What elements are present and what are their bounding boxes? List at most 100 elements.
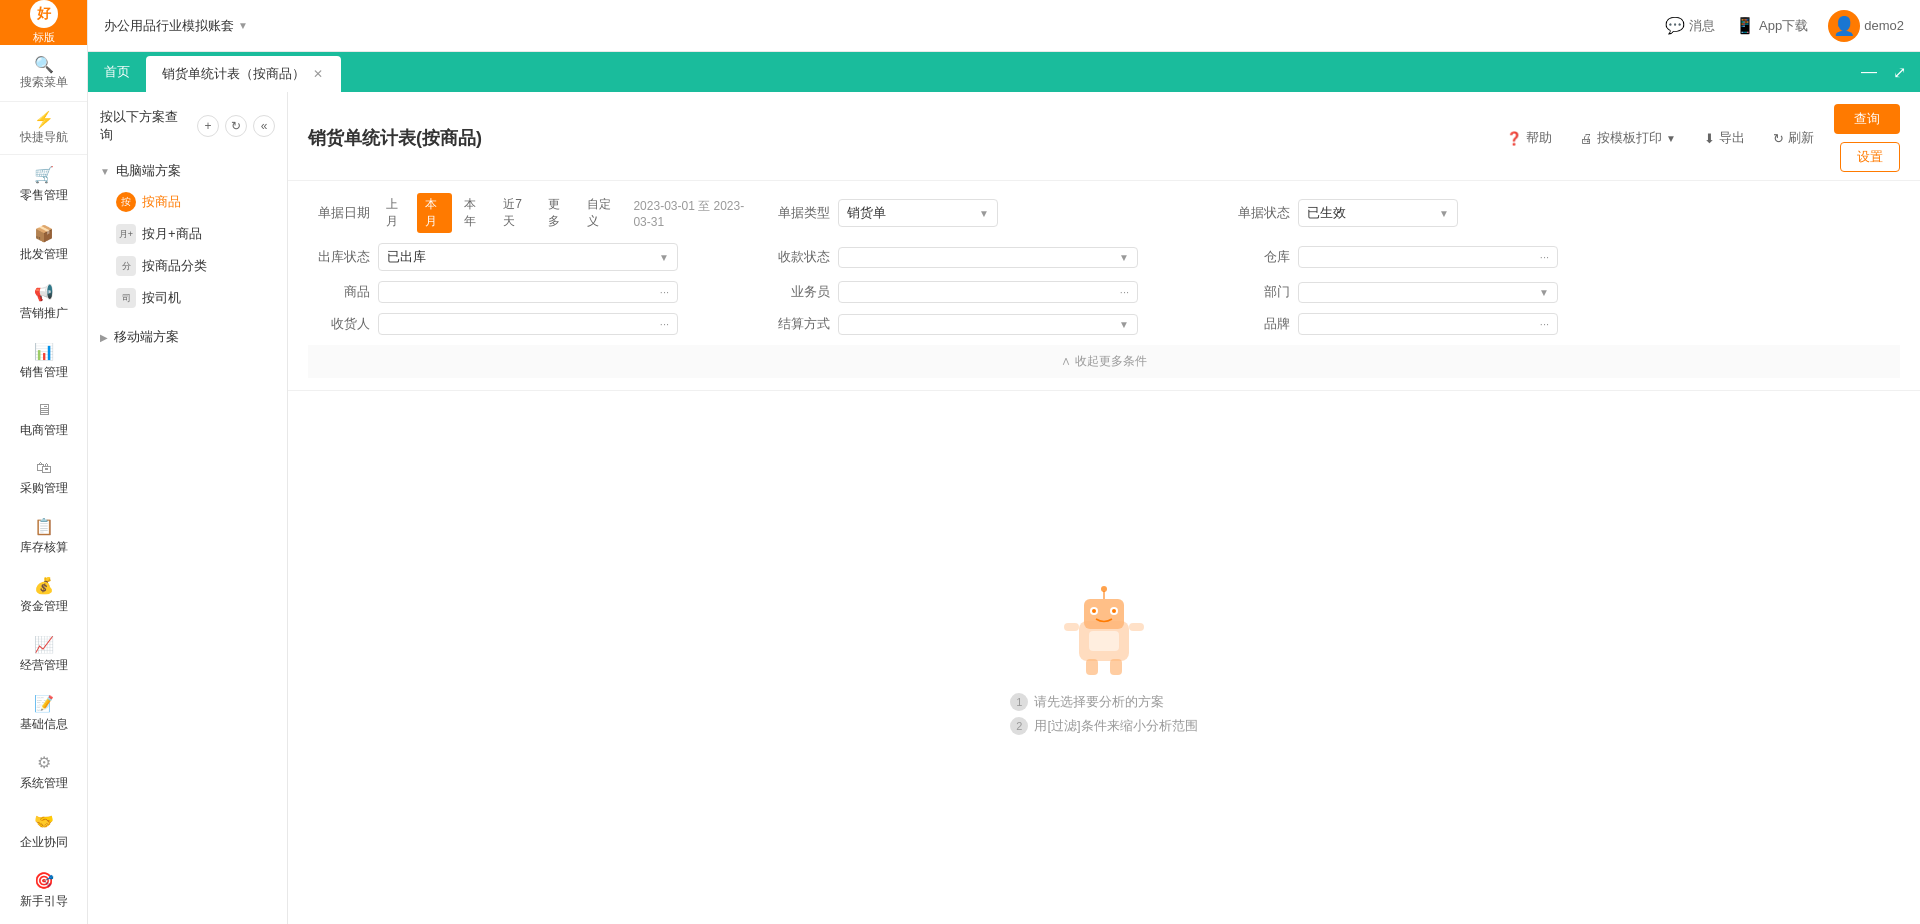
tree-child-by-month-product[interactable]: 月+ 按月+商品 bbox=[88, 218, 287, 250]
basic-icon: 📝 bbox=[34, 694, 54, 713]
tab-bar: 首页 销货单统计表（按商品） ✕ — ⤢ bbox=[88, 52, 1920, 92]
payment-select[interactable]: ▼ bbox=[838, 314, 1138, 335]
left-panel: 按以下方案查询 + ↻ « ▼ 电脑端方案 bbox=[88, 92, 288, 924]
search-menu-label: 搜索菜单 bbox=[20, 75, 68, 89]
date-tab-last-month[interactable]: 上月 bbox=[378, 193, 413, 233]
salesman-dots[interactable]: ··· bbox=[1120, 286, 1129, 298]
content-area: 按以下方案查询 + ↻ « ▼ 电脑端方案 bbox=[88, 92, 1920, 924]
sidebar-sales-label: 销售管理 bbox=[20, 364, 68, 381]
collapse-panel-btn[interactable]: « bbox=[253, 115, 275, 137]
recipient-dots[interactable]: ··· bbox=[660, 318, 669, 330]
doc-status-select[interactable]: 已生效 ▼ bbox=[1298, 199, 1458, 227]
print-template-btn[interactable]: 🖨 按模板打印 ▼ bbox=[1572, 125, 1684, 151]
svg-rect-12 bbox=[1089, 631, 1119, 651]
sidebar: 好 标版 🔍 搜索菜单 ⚡ 快捷导航 🛒 零售管理 📦 批发管理 📢 营销推广 … bbox=[0, 0, 88, 924]
export-icon: ⬇ bbox=[1704, 131, 1715, 146]
salesman-label: 业务员 bbox=[758, 283, 838, 301]
date-tab-custom[interactable]: 自定义 bbox=[579, 193, 624, 233]
salesman-input[interactable]: ··· bbox=[838, 281, 1138, 303]
query-btn[interactable]: 查询 bbox=[1834, 104, 1900, 134]
sidebar-item-system[interactable]: ⚙ 系统管理 bbox=[0, 743, 87, 802]
app-logo[interactable]: 好 标版 bbox=[0, 0, 88, 45]
brand-label: 品牌 bbox=[1218, 315, 1298, 333]
sidebar-item-marketing[interactable]: 📢 营销推广 bbox=[0, 273, 87, 332]
by-category-label: 按商品分类 bbox=[142, 257, 207, 275]
sidebar-item-newbie[interactable]: 🎯 新手引导 bbox=[0, 861, 87, 920]
sidebar-item-operations[interactable]: 📈 经营管理 bbox=[0, 625, 87, 684]
out-status-select[interactable]: 已出库 ▼ bbox=[378, 243, 678, 271]
tab-close-btn[interactable]: ✕ bbox=[311, 65, 325, 83]
user-menu[interactable]: 👤 demo2 bbox=[1828, 10, 1904, 42]
recipient-input[interactable]: ··· bbox=[378, 313, 678, 335]
tree-parent-desktop[interactable]: ▼ 电脑端方案 bbox=[88, 156, 287, 186]
sidebar-item-wholesale[interactable]: 📦 批发管理 bbox=[0, 214, 87, 273]
tree-mobile-expand-icon: ▶ bbox=[100, 332, 108, 343]
empty-tip-1: 1 请先选择要分析的方案 bbox=[1010, 693, 1197, 711]
message-btn[interactable]: 💬 消息 bbox=[1665, 16, 1715, 35]
app-download-btn[interactable]: 📱 App下载 bbox=[1735, 16, 1808, 35]
tip-text-2: 用[过滤]条件来缩小分析范围 bbox=[1034, 717, 1197, 735]
export-btn[interactable]: ⬇ 导出 bbox=[1696, 125, 1753, 151]
sidebar-item-inventory[interactable]: 📋 库存核算 bbox=[0, 507, 87, 566]
sidebar-enterprise-label: 企业协同 bbox=[20, 834, 68, 851]
receive-status-select[interactable]: ▼ bbox=[838, 247, 1138, 268]
ecommerce-icon: 🖥 bbox=[36, 401, 52, 419]
header-left: 办公用品行业模拟账套 ▼ bbox=[104, 17, 248, 35]
sidebar-item-basic[interactable]: 📝 基础信息 bbox=[0, 684, 87, 743]
user-avatar: 👤 bbox=[1828, 10, 1860, 42]
newbie-icon: 🎯 bbox=[34, 871, 54, 890]
sidebar-item-purchase[interactable]: 🛍 采购管理 bbox=[0, 449, 87, 507]
panel-header: 按以下方案查询 + ↻ « bbox=[88, 100, 287, 152]
tree-child-by-category[interactable]: 分 按商品分类 bbox=[88, 250, 287, 282]
export-label: 导出 bbox=[1719, 129, 1745, 147]
date-tab-this-year[interactable]: 本年 bbox=[456, 193, 491, 233]
warehouse-select[interactable]: ··· bbox=[1298, 246, 1558, 268]
out-status-value: 已出库 bbox=[387, 248, 426, 266]
warehouse-label: 仓库 bbox=[1218, 248, 1298, 266]
sidebar-item-sales[interactable]: 📊 销售管理 bbox=[0, 332, 87, 391]
tab-sales-stats[interactable]: 销货单统计表（按商品） ✕ bbox=[146, 56, 341, 92]
date-tab-this-month[interactable]: 本月 bbox=[417, 193, 452, 233]
sidebar-item-ecommerce[interactable]: 🖥 电商管理 bbox=[0, 391, 87, 449]
brand-dots[interactable]: ··· bbox=[1540, 318, 1549, 330]
svg-rect-8 bbox=[1064, 623, 1079, 631]
collapse-filter-bar[interactable]: ∧ 收起更多条件 bbox=[308, 345, 1900, 378]
sidebar-item-appstore[interactable]: 🔲 应用中心 bbox=[0, 920, 87, 924]
tree-section-mobile: ▶ 移动端方案 bbox=[88, 318, 287, 356]
tab-minimize-btn[interactable]: — bbox=[1855, 61, 1883, 83]
refresh-label: 刷新 bbox=[1788, 129, 1814, 147]
sidebar-item-enterprise[interactable]: 🤝 企业协同 bbox=[0, 802, 87, 861]
settings-btn[interactable]: 设置 bbox=[1840, 142, 1900, 172]
page-title: 销货单统计表(按商品) bbox=[308, 126, 482, 150]
dept-label: 部门 bbox=[1218, 283, 1298, 301]
add-icon: + bbox=[204, 119, 211, 133]
empty-state: 1 请先选择要分析的方案 2 用[过滤]条件来缩小分析范围 bbox=[288, 391, 1920, 924]
tab-maximize-btn[interactable]: ⤢ bbox=[1887, 61, 1912, 84]
add-scheme-btn[interactable]: + bbox=[197, 115, 219, 137]
svg-point-5 bbox=[1112, 609, 1116, 613]
refresh-data-icon: ↻ bbox=[1773, 131, 1784, 146]
search-menu[interactable]: 🔍 搜索菜单 bbox=[0, 45, 87, 102]
product-dots[interactable]: ··· bbox=[660, 286, 669, 298]
date-tab-more[interactable]: 更多 bbox=[540, 193, 575, 233]
sidebar-item-finance[interactable]: 💰 资金管理 bbox=[0, 566, 87, 625]
sidebar-retail-label: 零售管理 bbox=[20, 187, 68, 204]
brand-input[interactable]: ··· bbox=[1298, 313, 1558, 335]
refresh-scheme-btn[interactable]: ↻ bbox=[225, 115, 247, 137]
quick-nav[interactable]: ⚡ 快捷导航 bbox=[0, 102, 87, 155]
tree-child-by-product[interactable]: 按 按商品 bbox=[88, 186, 287, 218]
help-btn[interactable]: ❓ 帮助 bbox=[1498, 125, 1560, 151]
tab-home[interactable]: 首页 bbox=[88, 52, 146, 92]
sidebar-item-retail[interactable]: 🛒 零售管理 bbox=[0, 155, 87, 214]
tree-child-by-cashier[interactable]: 司 按司机 bbox=[88, 282, 287, 314]
wholesale-icon: 📦 bbox=[34, 224, 54, 243]
tree-parent-mobile[interactable]: ▶ 移动端方案 bbox=[88, 322, 287, 352]
industry-selector[interactable]: 办公用品行业模拟账套 ▼ bbox=[104, 17, 248, 35]
refresh-btn[interactable]: ↻ 刷新 bbox=[1765, 125, 1822, 151]
dept-arrow-icon: ▼ bbox=[1539, 287, 1549, 298]
doc-type-select[interactable]: 销货单 ▼ bbox=[838, 199, 998, 227]
date-tab-7days[interactable]: 近7天 bbox=[495, 193, 535, 233]
dept-select[interactable]: ▼ bbox=[1298, 282, 1558, 303]
product-input[interactable]: ··· bbox=[378, 281, 678, 303]
empty-tips: 1 请先选择要分析的方案 2 用[过滤]条件来缩小分析范围 bbox=[1010, 693, 1197, 735]
